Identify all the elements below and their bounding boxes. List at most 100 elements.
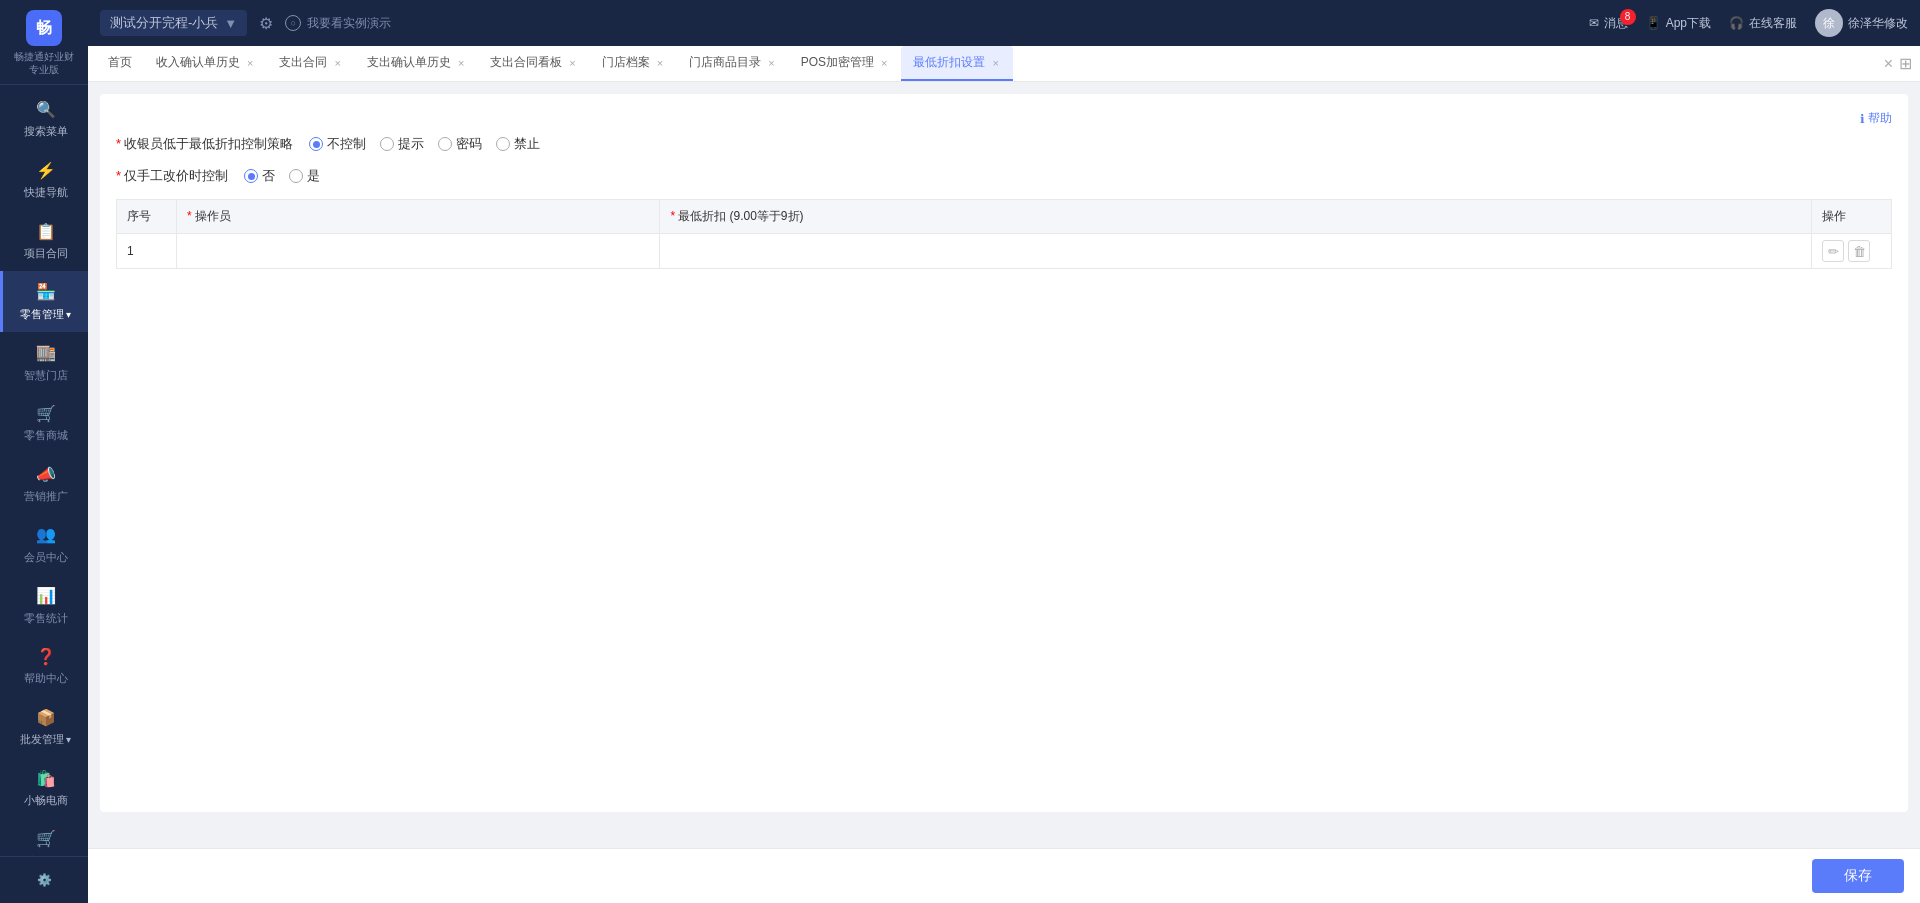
form-row-1: *收银员低于最低折扣控制策略 不控制 提示 密码 禁止 [116,135,1892,153]
row-actions-0: ✏ 🗑 [1822,240,1881,262]
tab-expand[interactable]: ⊞ [1899,54,1912,73]
app-download-button[interactable]: 📱 App下载 [1646,15,1711,32]
tab-home[interactable]: 首页 [96,46,144,81]
topbar: 测试分开完程-小兵 ▼ ⚙ ○ 我要看实例演示 ✉ 消息 8 📱 App下载 🎧… [88,0,1920,46]
col-header-actions: 操作 [1812,200,1892,234]
app-logo-icon: 畅 [26,10,62,46]
tab-label: 首页 [108,54,132,71]
field2-label: *仅手工改价时控制 [116,167,228,185]
sidebar-item-smart-store[interactable]: 🏬 智慧门店 [0,332,88,393]
online-service-button[interactable]: 🎧 在线客服 [1729,15,1797,32]
delete-row-btn-0[interactable]: 🗑 [1848,240,1870,262]
sidebar-item-ecommerce[interactable]: 🛍️ 小畅电商 [0,758,88,819]
field1-required-mark: * [116,136,121,151]
sidebar-item-search[interactable]: 🔍 搜索菜单 [0,89,88,150]
message-icon: ✉ [1589,16,1599,30]
radio-circle-password [438,137,452,151]
sidebar-nav: 🔍 搜索菜单 ⚡ 快捷导航 📋 项目合同 🏪 零售管理▾ 🏬 智慧门店 🛒 零售… [0,85,88,856]
topbar-settings-icon[interactable]: ⚙ [259,14,273,33]
radio-label-password: 密码 [456,135,482,153]
cell-min-discount-0 [660,234,1812,269]
main-area: 测试分开完程-小兵 ▼ ⚙ ○ 我要看实例演示 ✉ 消息 8 📱 App下载 🎧… [88,0,1920,903]
sidebar-item-label: 会员中心 [24,550,68,565]
edit-row-btn-0[interactable]: ✏ [1822,240,1844,262]
tabbar: 首页收入确认单历史×支出合同×支出确认单历史×支出合同看板×门店档案×门店商品目… [88,46,1920,82]
tab-payment-contract[interactable]: 支出合同× [267,46,354,81]
tab-min-discount[interactable]: 最低折扣设置 × [901,46,1012,81]
online-shop-icon: 🛒 [36,403,56,425]
tab-close-store-archive[interactable]: × [655,57,665,69]
form-row-2: *仅手工改价时控制 否 是 [116,167,1892,185]
tab-close-min-discount[interactable]: × [990,57,1000,69]
messages-badge: 8 [1620,9,1636,25]
sidebar-item-settings[interactable]: ⚙️ [33,865,56,895]
help-text: 帮助 [1868,110,1892,127]
cell-seq-0: 1 [117,234,177,269]
marketing-icon: 📣 [36,464,56,486]
help-icon: ℹ [1860,112,1865,126]
field1-option-forbidden[interactable]: 禁止 [496,135,540,153]
save-button[interactable]: 保存 [1812,859,1904,893]
sidebar-item-label: 快捷导航 [24,185,68,200]
demo-link[interactable]: ○ 我要看实例演示 [285,15,391,32]
field1-option-no_control[interactable]: 不控制 [309,135,366,153]
tab-label: 门店档案 [602,54,650,71]
ecommerce-icon: 🛍️ [36,768,56,790]
service-icon: 🎧 [1729,16,1744,30]
tab-close-pos-password[interactable]: × [879,57,889,69]
app-logo-text: 畅捷通好业财专业版 [14,50,74,76]
sidebar-item-shortcut[interactable]: ⚡ 快捷导航 [0,150,88,211]
col-header-seq: 序号 [117,200,177,234]
sidebar: 畅 畅捷通好业财专业版 🔍 搜索菜单 ⚡ 快捷导航 📋 项目合同 🏪 零售管理▾… [0,0,88,903]
user-profile[interactable]: 徐 徐泽华修改 [1815,9,1908,37]
tab-close-income-history[interactable]: × [245,57,255,69]
col-header-min_discount: *最低折扣 (9.00等于9折) [660,200,1812,234]
tab-close-store-catalog[interactable]: × [766,57,776,69]
table-row: 1 ✏ 🗑 [117,234,1892,269]
help-link[interactable]: ℹ 帮助 [1860,110,1892,127]
tab-income-history[interactable]: 收入确认单历史 × [144,46,267,81]
sidebar-item-label: 搜索菜单 [24,124,68,139]
tab-payment-board[interactable]: 支出合同看板× [478,46,589,81]
field2-option-no[interactable]: 否 [244,167,275,185]
sidebar-item-project-contract[interactable]: 📋 项目合同 [0,211,88,272]
tab-close-all[interactable]: × [1884,55,1893,73]
project-arrow-icon: ▼ [224,16,237,31]
sidebar-item-label: 零售管理▾ [20,307,71,322]
field2-option-yes[interactable]: 是 [289,167,320,185]
discount-table: 序号*操作员*最低折扣 (9.00等于9折)操作1 ✏ 🗑 [116,199,1892,269]
tab-label: 最低折扣设置 [913,54,985,71]
tab-close-payment-board[interactable]: × [567,57,577,69]
member-icon: 👥 [36,524,56,546]
sidebar-item-label: 帮助中心 [24,671,68,686]
radio-circle2-no [244,169,258,183]
col-header-operator: *操作员 [177,200,660,234]
sidebar-item-purchase[interactable]: 🛒 采购管理 [0,818,88,856]
sidebar-item-help-center[interactable]: ❓ 帮助中心 [0,636,88,697]
tab-close-payment-history[interactable]: × [456,57,466,69]
sidebar-item-retail-stats[interactable]: 📊 零售统计 [0,575,88,636]
sidebar-item-batch-mgmt[interactable]: 📦 批发管理▾ [0,697,88,758]
tab-store-catalog[interactable]: 门店商品目录 × [677,46,788,81]
tab-payment-history[interactable]: 支出确认单历史× [355,46,478,81]
tab-label: 收入确认单历史 [156,54,240,71]
form-container: *收银员低于最低折扣控制策略 不控制 提示 密码 禁止 *仅手工改价时控制 否 … [116,135,1892,185]
radio-circle2-yes [289,169,303,183]
project-selector[interactable]: 测试分开完程-小兵 ▼ [100,10,247,36]
tab-pos-password[interactable]: POS加密管理× [789,46,902,81]
tab-label: 门店商品目录 [689,54,761,71]
user-name: 徐泽华修改 [1848,15,1908,32]
bottom-bar: 保存 [88,848,1920,903]
radio-label-no_control: 不控制 [327,135,366,153]
sidebar-item-online-shop[interactable]: 🛒 零售商城 [0,393,88,454]
search-icon: 🔍 [36,99,56,121]
shortcut-icon: ⚡ [36,160,56,182]
sidebar-item-marketing[interactable]: 📣 营销推广 [0,454,88,515]
tab-store-archive[interactable]: 门店档案 × [590,46,677,81]
field1-option-remind[interactable]: 提示 [380,135,424,153]
messages-button[interactable]: ✉ 消息 8 [1589,15,1628,32]
sidebar-item-retail-mgmt[interactable]: 🏪 零售管理▾ [0,271,88,332]
tab-close-payment-contract[interactable]: × [332,57,342,69]
sidebar-item-member[interactable]: 👥 会员中心 [0,514,88,575]
field1-option-password[interactable]: 密码 [438,135,482,153]
